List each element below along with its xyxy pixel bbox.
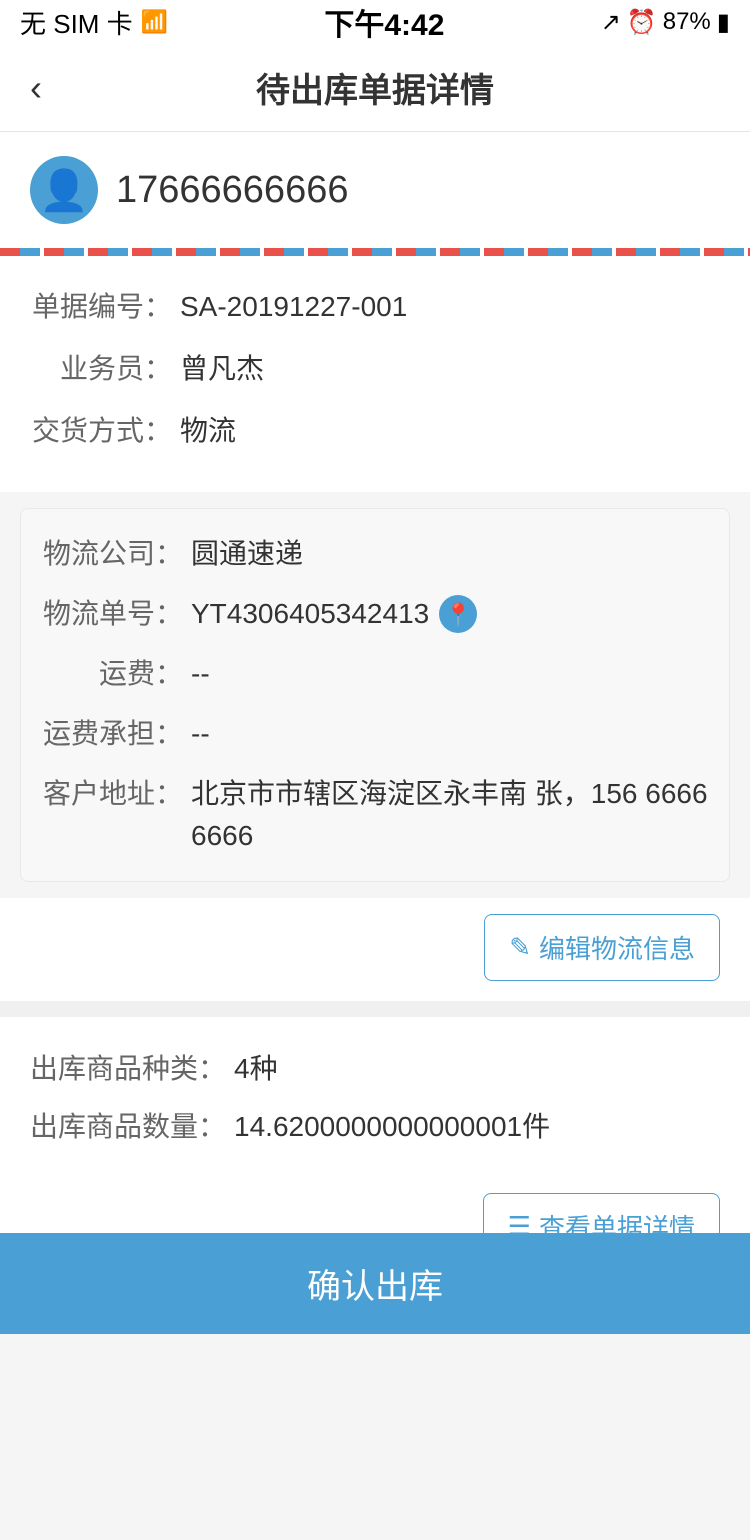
logistics-address-label: 客户地址： [41,773,191,815]
goods-section: 出库商品种类： 4种 出库商品数量： 14.6200000000000001件 [0,1017,750,1183]
dashed-divider [0,248,750,256]
document-no-value: SA-20191227-001 [180,286,720,328]
edit-btn-wrapper: ✎ 编辑物流信息 [0,898,750,1001]
back-button[interactable]: ‹ [30,67,42,109]
avatar-icon: 👤 [39,167,89,214]
logistics-freight-bear-label: 运费承担： [41,713,191,755]
order-info-section: 单据编号： SA-20191227-001 业务员： 曾凡杰 交货方式： 物流 [0,256,750,492]
edit-btn-label: 编辑物流信息 [539,929,695,966]
battery-label: 87% [663,8,711,36]
logistics-freight-row: 运费： -- [41,653,709,695]
status-right: ↗ ⏰ 87% ▮ [601,8,730,37]
wifi-icon: 📶 [141,9,168,35]
goods-types-label: 出库商品种类： [30,1047,234,1087]
goods-quantity-label: 出库商品数量： [30,1105,234,1145]
logistics-freight-bear-row: 运费承担： -- [41,713,709,755]
tracking-location-button[interactable]: 📍 [439,595,477,633]
logistics-freight-value: -- [191,653,709,695]
nav-bar: ‹ 待出库单据详情 [0,44,750,132]
logistics-tracking-label: 物流单号： [41,593,191,635]
logistics-card: 物流公司： 圆通速递 物流单号： YT4306405342413 📍 运费： -… [20,508,730,882]
tracking-number: YT4306405342413 [191,593,429,635]
avatar: 👤 [30,156,98,224]
location-icon: ↗ [601,8,621,37]
logistics-address-row: 客户地址： 北京市市辖区海淀区永丰南 张，156 6666 6666 [41,773,709,857]
carrier-label: 无 SIM 卡 [20,4,133,41]
section-separator [0,1001,750,1017]
logistics-freight-bear-value: -- [191,713,709,755]
document-no-row: 单据编号： SA-20191227-001 [30,286,720,328]
edit-icon: ✎ [509,932,531,963]
logistics-company-value: 圆通速递 [191,533,709,575]
battery-icon: ▮ [717,8,730,37]
logistics-company-row: 物流公司： 圆通速递 [41,533,709,575]
customer-phone: 17666666666 [116,169,348,212]
document-no-label: 单据编号： [30,286,180,328]
customer-header: 👤 17666666666 [0,132,750,248]
salesman-label: 业务员： [30,348,180,390]
logistics-address-value: 北京市市辖区海淀区永丰南 张，156 6666 6666 [191,773,709,857]
logistics-company-label: 物流公司： [41,533,191,575]
goods-quantity-value: 14.6200000000000001件 [234,1105,550,1145]
status-bar: 无 SIM 卡 📶 下午4:42 ↗ ⏰ 87% ▮ [0,0,750,44]
confirm-button[interactable]: 确认出库 [0,1259,750,1308]
pin-icon: 📍 [445,598,472,631]
goods-types-value: 4种 [234,1047,278,1087]
goods-types-row: 出库商品种类： 4种 [30,1047,720,1087]
delivery-method-value: 物流 [180,410,720,452]
confirm-btn-wrapper: 确认出库 [0,1233,750,1334]
salesman-row: 业务员： 曾凡杰 [30,348,720,390]
alarm-icon: ⏰ [627,8,657,37]
delivery-method-row: 交货方式： 物流 [30,410,720,452]
salesman-value: 曾凡杰 [180,348,720,390]
logistics-tracking-value: YT4306405342413 📍 [191,593,709,635]
delivery-method-label: 交货方式： [30,410,180,452]
page-title: 待出库单据详情 [256,63,494,112]
logistics-tracking-row: 物流单号： YT4306405342413 📍 [41,593,709,635]
edit-logistics-button[interactable]: ✎ 编辑物流信息 [484,914,720,981]
status-left: 无 SIM 卡 📶 [20,4,168,41]
logistics-freight-label: 运费： [41,653,191,695]
status-time: 下午4:42 [324,0,444,44]
goods-quantity-row: 出库商品数量： 14.6200000000000001件 [30,1105,720,1145]
